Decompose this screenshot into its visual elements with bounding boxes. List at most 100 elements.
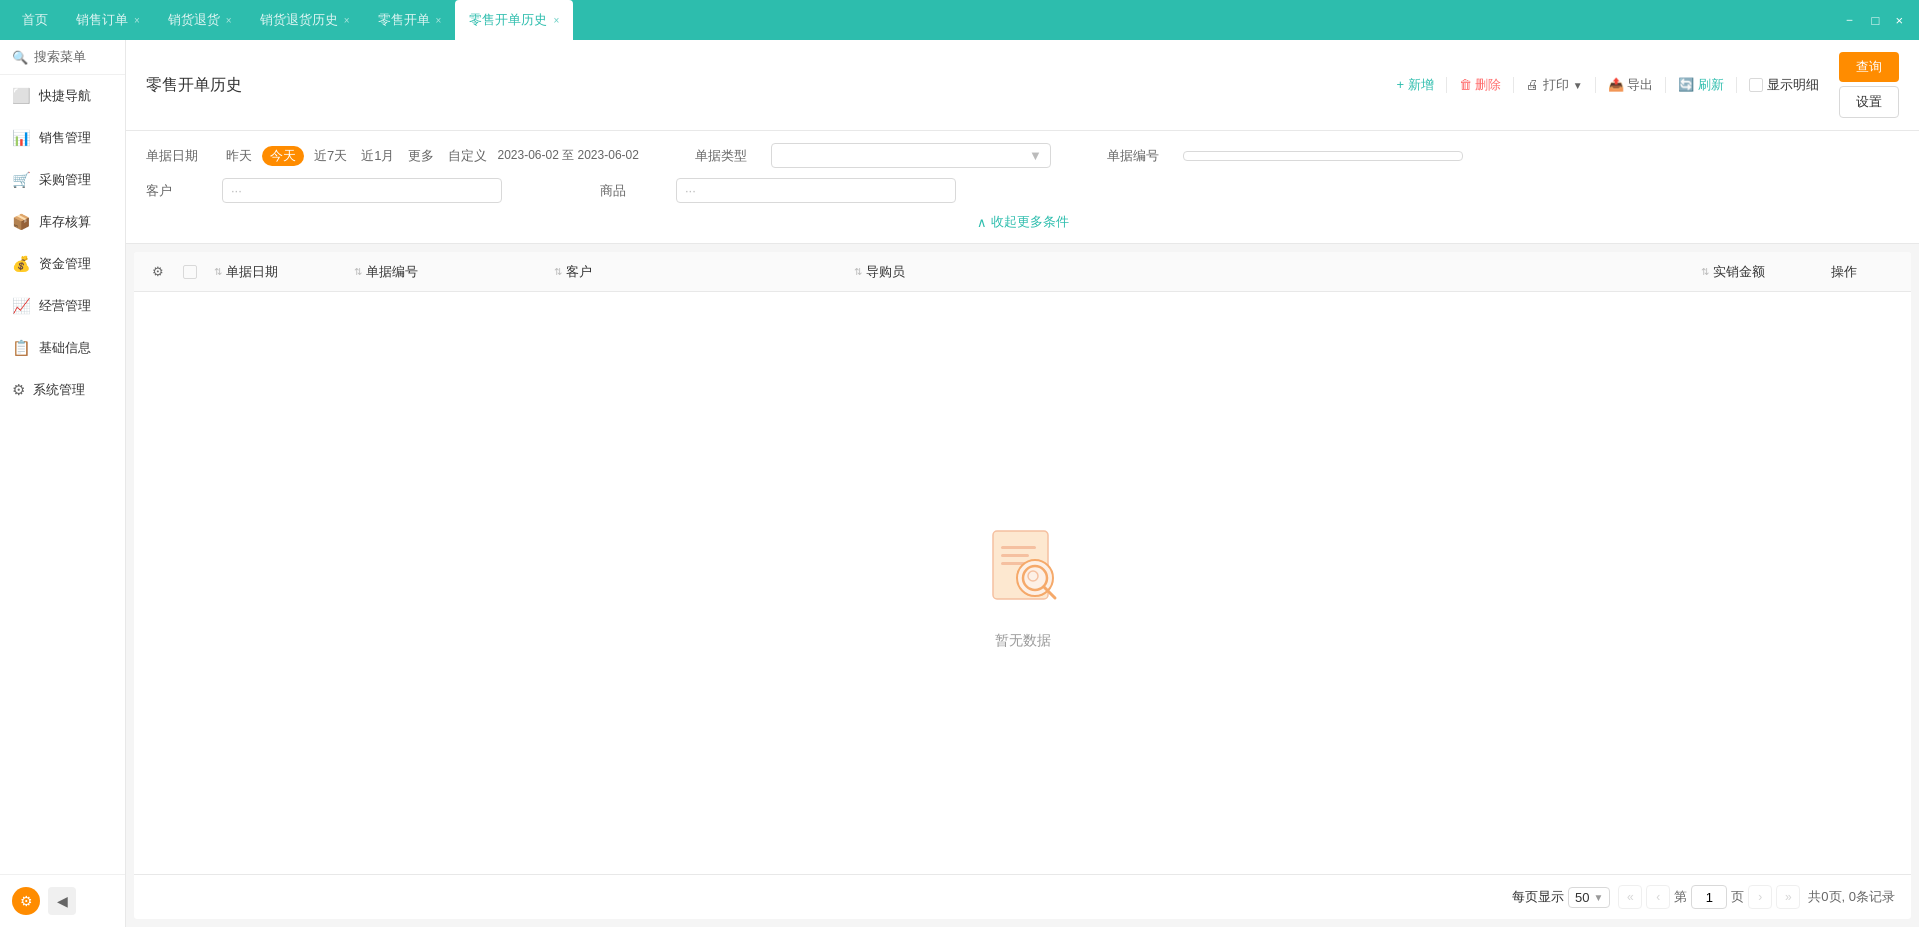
gear-button[interactable]: ⚙ bbox=[12, 887, 40, 915]
filter-area: 单据日期 昨天 今天 近7天 近1月 更多 自定义 2023-06-02 至 2… bbox=[126, 131, 1919, 244]
last-page-button[interactable]: » bbox=[1776, 885, 1800, 909]
first-page-button[interactable]: « bbox=[1618, 885, 1642, 909]
divider bbox=[1513, 77, 1514, 93]
page-nav: « ‹ 第 页 › » bbox=[1618, 885, 1800, 909]
empty-illustration bbox=[973, 516, 1073, 616]
col-header-customer[interactable]: ⇅ 客户 bbox=[546, 263, 846, 281]
close-icon[interactable]: × bbox=[344, 15, 350, 26]
customer-input[interactable]: ··· bbox=[222, 178, 502, 203]
col-header-amount[interactable]: ⇅ 实销金额 bbox=[1693, 263, 1823, 281]
tab-home[interactable]: 首页 bbox=[8, 0, 62, 40]
close-button[interactable]: × bbox=[1895, 13, 1903, 28]
col-header-salesperson[interactable]: ⇅ 导购员 bbox=[846, 263, 996, 281]
add-button[interactable]: + 新增 bbox=[1396, 76, 1433, 94]
show-detail-checkbox[interactable]: 显示明细 bbox=[1749, 76, 1819, 94]
next-page-button[interactable]: › bbox=[1748, 885, 1772, 909]
tab-sales-order[interactable]: 销售订单 × bbox=[62, 0, 154, 40]
sidebar-item-system[interactable]: ⚙ 系统管理 bbox=[0, 369, 125, 411]
type-label: 单据类型 bbox=[695, 147, 755, 165]
sidebar-item-purchase[interactable]: 🛒 采购管理 bbox=[0, 159, 125, 201]
sidebar-item-finance[interactable]: 💰 资金管理 bbox=[0, 243, 125, 285]
inventory-icon: 📦 bbox=[12, 213, 31, 231]
empty-text: 暂无数据 bbox=[995, 632, 1051, 650]
per-page-label: 每页显示 bbox=[1512, 888, 1564, 906]
minimize-button[interactable]: － bbox=[1843, 11, 1856, 29]
sidebar-item-inventory[interactable]: 📦 库存核算 bbox=[0, 201, 125, 243]
shortcut-1month[interactable]: 近1月 bbox=[357, 146, 398, 166]
collapse-sidebar-button[interactable]: ◀ bbox=[48, 887, 76, 915]
svg-rect-2 bbox=[1001, 554, 1029, 557]
divider bbox=[1736, 77, 1737, 93]
customer-placeholder: ··· bbox=[231, 183, 242, 198]
goods-input[interactable]: ··· bbox=[676, 178, 956, 203]
close-icon[interactable]: × bbox=[553, 15, 559, 26]
sidebar-search[interactable]: 🔍 搜索菜单 bbox=[0, 40, 125, 75]
home-icon: ⬜ bbox=[12, 87, 31, 105]
col-header-date[interactable]: ⇅ 单据日期 bbox=[206, 263, 346, 281]
col-header-number[interactable]: ⇅ 单据编号 bbox=[346, 263, 546, 281]
sort-icon: ⇅ bbox=[554, 266, 562, 277]
shortcut-yesterday[interactable]: 昨天 bbox=[222, 146, 256, 166]
select-all-checkbox[interactable] bbox=[174, 265, 206, 279]
sidebar-bottom: ⚙ ◀ bbox=[0, 874, 125, 927]
table-area: ⚙ ⇅ 单据日期 ⇅ 单据编号 ⇅ 客户 ⇅ 导购员 bbox=[134, 252, 1911, 919]
shortcut-today[interactable]: 今天 bbox=[262, 146, 304, 166]
chevron-up-icon: ∧ bbox=[977, 215, 987, 230]
tab-retail-order[interactable]: 零售开单 × bbox=[364, 0, 456, 40]
shortcut-custom[interactable]: 自定义 bbox=[444, 146, 491, 166]
refresh-button[interactable]: 🔄 刷新 bbox=[1678, 76, 1724, 94]
table-settings-button[interactable]: ⚙ bbox=[142, 264, 174, 279]
page-label: 第 bbox=[1674, 888, 1687, 906]
settings-button[interactable]: 设置 bbox=[1839, 86, 1899, 118]
page-size-selector: 每页显示 50 ▼ bbox=[1512, 887, 1610, 908]
top-bar: 首页 销售订单 × 销货退货 × 销货退货历史 × 零售开单 × 零售开单历史 … bbox=[0, 0, 1919, 40]
main-layout: 🔍 搜索菜单 ⬜ 快捷导航 📊 销售管理 🛒 采购管理 📦 库存核算 💰 资金管… bbox=[0, 40, 1919, 927]
tab-sales-return[interactable]: 销货退货 × bbox=[154, 0, 246, 40]
type-select[interactable]: ▼ bbox=[771, 143, 1051, 168]
page-number-input[interactable] bbox=[1691, 885, 1727, 909]
collapse-filter-button[interactable]: ∧ 收起更多条件 bbox=[146, 213, 1899, 231]
basicinfo-icon: 📋 bbox=[12, 339, 31, 357]
sidebar-item-quicknav[interactable]: ⬜ 快捷导航 bbox=[0, 75, 125, 117]
purchase-icon: 🛒 bbox=[12, 171, 31, 189]
shortcut-more[interactable]: 更多 bbox=[404, 146, 438, 166]
goods-placeholder: ··· bbox=[685, 183, 696, 198]
sort-icon: ⇅ bbox=[214, 266, 222, 277]
search-icon: 🔍 bbox=[12, 50, 28, 65]
shortcut-7days[interactable]: 近7天 bbox=[310, 146, 351, 166]
sort-icon: ⇅ bbox=[854, 266, 862, 277]
page-title: 零售开单历史 bbox=[146, 75, 242, 96]
number-input[interactable] bbox=[1183, 151, 1463, 161]
finance-icon: 💰 bbox=[12, 255, 31, 273]
pagination: 每页显示 50 ▼ « ‹ 第 页 › » 共0页, 0条记录 bbox=[134, 874, 1911, 919]
sort-icon: ⇅ bbox=[354, 266, 362, 277]
checkbox-icon bbox=[1749, 78, 1763, 92]
total-text: 共0页, 0条记录 bbox=[1808, 888, 1895, 906]
print-button[interactable]: 🖨 打印 ▼ bbox=[1526, 76, 1583, 94]
sidebar-item-sales[interactable]: 📊 销售管理 bbox=[0, 117, 125, 159]
sidebar-item-basic-info[interactable]: 📋 基础信息 bbox=[0, 327, 125, 369]
table-header: ⚙ ⇅ 单据日期 ⇅ 单据编号 ⇅ 客户 ⇅ 导购员 bbox=[134, 252, 1911, 292]
customer-label: 客户 bbox=[146, 182, 206, 200]
maximize-button[interactable]: □ bbox=[1872, 13, 1880, 28]
sidebar-item-management[interactable]: 📈 经营管理 bbox=[0, 285, 125, 327]
delete-button[interactable]: 🗑 删除 bbox=[1459, 76, 1502, 94]
page-header: 零售开单历史 + 新增 🗑 删除 🖨 打印 ▼ 📤 导出 bbox=[126, 40, 1919, 131]
query-button[interactable]: 查询 bbox=[1839, 52, 1899, 82]
tab-retail-history[interactable]: 零售开单历史 × bbox=[455, 0, 573, 40]
tab-sales-return-history[interactable]: 销货退货历史 × bbox=[246, 0, 364, 40]
close-icon[interactable]: × bbox=[134, 15, 140, 26]
date-label: 单据日期 bbox=[146, 147, 206, 165]
close-icon[interactable]: × bbox=[436, 15, 442, 26]
close-icon[interactable]: × bbox=[226, 15, 232, 26]
sidebar: 🔍 搜索菜单 ⬜ 快捷导航 📊 销售管理 🛒 采购管理 📦 库存核算 💰 资金管… bbox=[0, 40, 126, 927]
dropdown-chevron-icon: ▼ bbox=[1593, 892, 1603, 903]
page-size-value: 50 bbox=[1575, 890, 1589, 905]
toolbar: + 新增 🗑 删除 🖨 打印 ▼ 📤 导出 🔄 刷新 bbox=[1396, 52, 1899, 118]
date-range-display: 2023-06-02 至 2023-06-02 bbox=[497, 147, 638, 164]
divider bbox=[1595, 77, 1596, 93]
prev-page-button[interactable]: ‹ bbox=[1646, 885, 1670, 909]
export-button[interactable]: 📤 导出 bbox=[1608, 76, 1654, 94]
dropdown-icon: ▼ bbox=[1029, 148, 1042, 163]
page-size-dropdown[interactable]: 50 ▼ bbox=[1568, 887, 1610, 908]
